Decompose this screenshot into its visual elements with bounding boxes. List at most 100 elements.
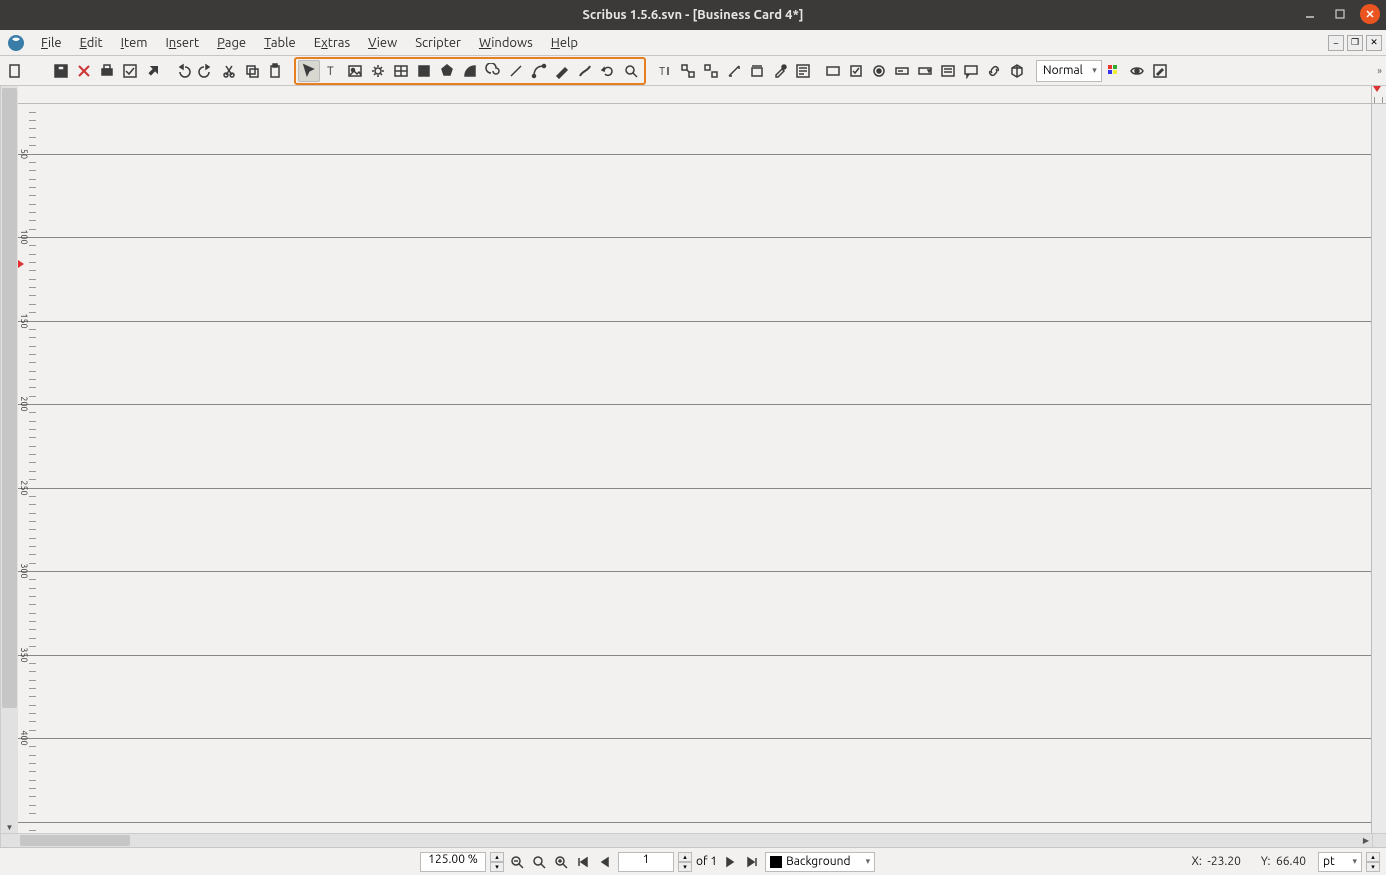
doc-minimize-button[interactable]: –: [1328, 35, 1344, 51]
save-button[interactable]: [50, 60, 72, 82]
scroll-v-thumb[interactable]: [2, 88, 17, 708]
menu-item[interactable]: Item: [112, 33, 157, 53]
status-bar: 125.00 % ▴▾ 1 ▴▾ of 1 Background X: -23.…: [0, 847, 1386, 875]
shape-button[interactable]: [413, 60, 435, 82]
unit-spinner[interactable]: ▴▾: [1366, 852, 1380, 872]
y-value: 66.40: [1276, 855, 1306, 868]
svg-text:T: T: [327, 65, 334, 78]
polygon-button[interactable]: [436, 60, 458, 82]
close-doc-button[interactable]: [73, 60, 95, 82]
preview-quality-combo[interactable]: Normal: [1036, 60, 1102, 82]
scroll-down-button[interactable]: ▼: [1, 821, 18, 833]
menu-edit[interactable]: Edit: [71, 33, 112, 53]
pdf-link-button[interactable]: [983, 60, 1005, 82]
pdf-annotation-button[interactable]: [960, 60, 982, 82]
doc-close-button[interactable]: ✕: [1366, 35, 1382, 51]
zoom-in-button[interactable]: [552, 853, 570, 871]
close-button[interactable]: [1360, 4, 1380, 24]
ruler-vertical[interactable]: 50100150200250300350400: [18, 104, 1372, 833]
scroll-h-thumb[interactable]: [20, 835, 130, 846]
canvas[interactable]: Inserting texts, images and shapes: [1372, 104, 1386, 833]
undo-button[interactable]: [172, 60, 194, 82]
page-spinner[interactable]: ▴▾: [678, 852, 692, 872]
maximize-button[interactable]: [1330, 4, 1350, 24]
copy-button[interactable]: [241, 60, 263, 82]
export-pdf-button[interactable]: [142, 60, 164, 82]
svg-text:T: T: [659, 66, 665, 78]
menu-extras[interactable]: Extras: [305, 33, 359, 53]
arc-button[interactable]: [459, 60, 481, 82]
redo-button[interactable]: [195, 60, 217, 82]
edit-in-preview-button[interactable]: [1149, 60, 1171, 82]
menu-table[interactable]: Table: [255, 33, 305, 53]
menu-insert[interactable]: Insert: [156, 33, 208, 53]
unit-combo[interactable]: pt: [1318, 852, 1362, 872]
ruler-horizontal[interactable]: 5010015020025030035040045050055060065070…: [1372, 86, 1386, 104]
work-area: 5010015020025030035040045050055060065070…: [0, 86, 1386, 847]
minimize-button[interactable]: [1300, 4, 1320, 24]
layer-swatch-icon: [770, 856, 782, 868]
line-button[interactable]: [505, 60, 527, 82]
bezier-button[interactable]: [528, 60, 550, 82]
unlink-frames-button[interactable]: [700, 60, 722, 82]
pdf-textfield-button[interactable]: [891, 60, 913, 82]
cut-button[interactable]: [218, 60, 240, 82]
edit-text-button[interactable]: T: [654, 60, 676, 82]
app-icon: [6, 33, 26, 53]
table-button[interactable]: [390, 60, 412, 82]
pdf-listbox-button[interactable]: [937, 60, 959, 82]
toolbar-overflow-button[interactable]: »: [1377, 65, 1382, 76]
menu-help[interactable]: Help: [542, 33, 587, 53]
preview-mode-button[interactable]: [1126, 60, 1148, 82]
menu-file[interactable]: File: [32, 33, 71, 53]
freehand-button[interactable]: [551, 60, 573, 82]
rotate-button[interactable]: [597, 60, 619, 82]
image-frame-button[interactable]: [344, 60, 366, 82]
menu-scripter[interactable]: Scripter: [406, 33, 470, 53]
paste-button[interactable]: [264, 60, 286, 82]
insert-tools-highlighted: T: [294, 57, 646, 85]
pdf-radio-button[interactable]: [868, 60, 890, 82]
horizontal-scrollbar[interactable]: ◀ ▶: [18, 833, 1372, 847]
open-button[interactable]: [27, 60, 49, 82]
ruler-corner[interactable]: [18, 86, 1372, 104]
layer-combo[interactable]: Background: [765, 852, 875, 872]
spiral-button[interactable]: [482, 60, 504, 82]
page-of-label: of 1: [696, 855, 717, 868]
next-page-button[interactable]: [721, 853, 739, 871]
text-frame-button[interactable]: T: [321, 60, 343, 82]
page-number-input[interactable]: 1: [618, 852, 674, 872]
menu-view[interactable]: View: [359, 33, 406, 53]
last-page-button[interactable]: [743, 853, 761, 871]
scroll-corner-right: [1372, 833, 1386, 847]
render-frame-button[interactable]: [367, 60, 389, 82]
color-mgmt-button[interactable]: [1103, 60, 1125, 82]
zoom-reset-button[interactable]: [530, 853, 548, 871]
zoom-spinner[interactable]: ▴▾: [490, 852, 504, 872]
copy-props-button[interactable]: [746, 60, 768, 82]
print-button[interactable]: [96, 60, 118, 82]
doc-restore-button[interactable]: ❐: [1347, 35, 1363, 51]
new-button[interactable]: [4, 60, 26, 82]
window-titlebar: Scribus 1.5.6.svn - [Business Card 4*]: [0, 0, 1386, 30]
pdf-pushbutton-button[interactable]: [822, 60, 844, 82]
zoom-button[interactable]: [620, 60, 642, 82]
story-editor-button[interactable]: [792, 60, 814, 82]
pdf-combobox-button[interactable]: [914, 60, 936, 82]
pdf-3d-button[interactable]: [1006, 60, 1028, 82]
calligraphic-button[interactable]: [574, 60, 596, 82]
vertical-scrollbar[interactable]: ▲ ▼: [0, 86, 18, 833]
select-tool-button[interactable]: [298, 60, 320, 82]
eyedropper-button[interactable]: [769, 60, 791, 82]
scroll-right-button[interactable]: ▶: [1360, 834, 1372, 847]
first-page-button[interactable]: [574, 853, 592, 871]
measure-button[interactable]: [723, 60, 745, 82]
menu-page[interactable]: Page: [208, 33, 255, 53]
prev-page-button[interactable]: [596, 853, 614, 871]
menu-windows[interactable]: Windows: [470, 33, 542, 53]
zoom-input[interactable]: 125.00 %: [420, 852, 486, 872]
zoom-out-button[interactable]: [508, 853, 526, 871]
link-frames-button[interactable]: [677, 60, 699, 82]
preflight-button[interactable]: [119, 60, 141, 82]
pdf-checkbox-button[interactable]: [845, 60, 867, 82]
